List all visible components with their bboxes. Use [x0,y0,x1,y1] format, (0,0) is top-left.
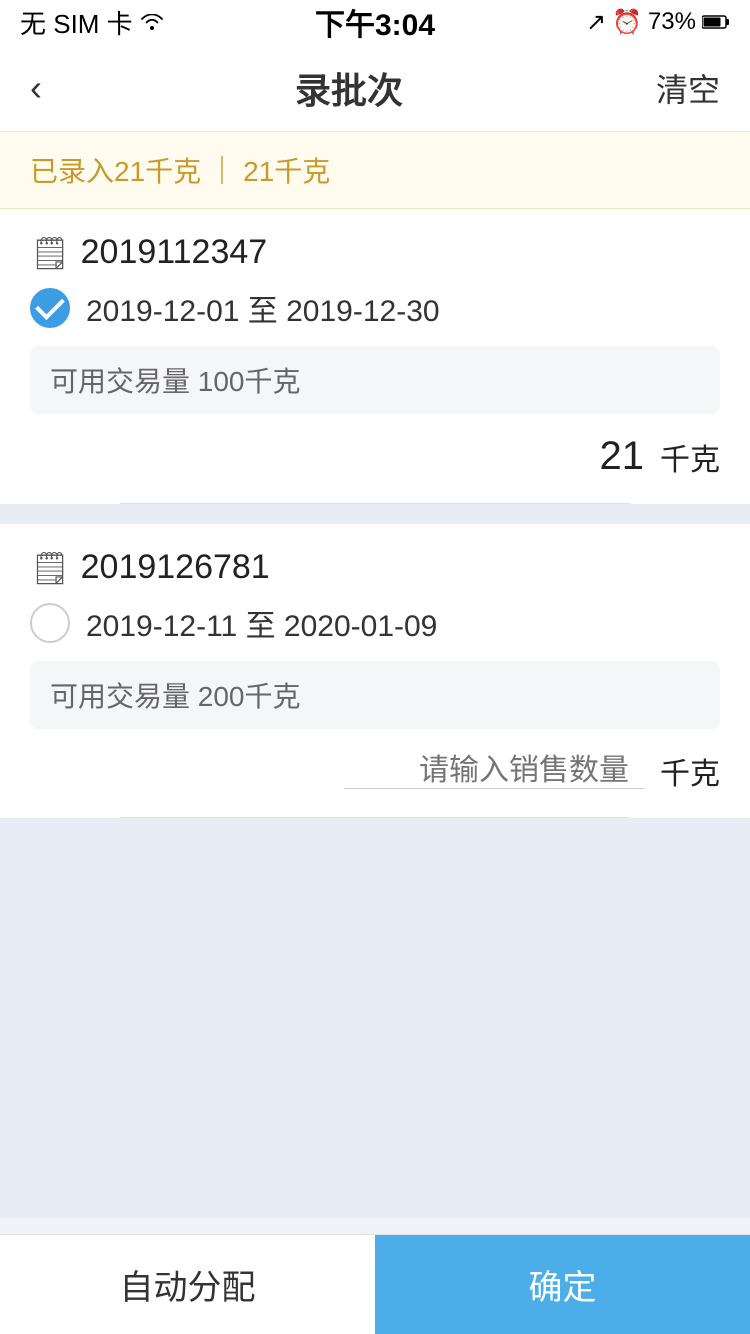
nav-bar: ‹ 录批次 清空 [0,44,750,132]
batch-1-available: 可用交易量 100千克 [50,366,301,397]
back-button[interactable]: ‹ [30,67,42,109]
alarm-icon: ⏰ [612,8,642,37]
batch-2-input-row: 千克 [0,739,750,817]
batch-2-header: 🗒 2019126781 [0,524,750,597]
batch-1-available-row: 可用交易量 100千克 [30,346,720,414]
battery-text: 73% [648,8,696,36]
batch-1-header: 🗒 2019112347 [0,209,750,282]
batch-2-quantity-input[interactable] [344,754,644,789]
status-left: 无 SIM 卡 [20,4,163,41]
batch-2-available: 可用交易量 200千克 [50,681,301,712]
batch-1-date-row: 2019-12-01 至 2019-12-30 [0,282,750,340]
batch-2-radio[interactable] [30,603,70,643]
batch-1-quantity-row: 21 千克 [0,424,750,503]
confirm-button[interactable]: 确定 [375,1235,750,1334]
batch-1-date: 2019-12-01 至 2019-12-30 [86,286,440,330]
carrier-text: 无 SIM 卡 [20,4,133,41]
clear-button[interactable]: 清空 [656,65,720,111]
page-title: 录批次 [295,62,403,114]
status-bar: 无 SIM 卡 下午3:04 ↗ ⏰ 73% [0,0,750,44]
bottom-bar: 自动分配 确定 [0,1234,750,1334]
empty-area [0,818,750,1218]
batch-1-icon: 🗒 [30,234,71,272]
status-time: 下午3:04 [315,0,435,44]
section-divider [0,504,750,524]
auto-distribute-button[interactable]: 自动分配 [0,1235,375,1334]
batch-2-id: 2019126781 [81,548,270,587]
recorded-label: 已录入21千克 [30,150,201,190]
batch-1-radio[interactable] [30,288,70,328]
batch-2-date: 2019-12-11 至 2020-01-09 [86,601,437,645]
batch-2-unit: 千克 [660,749,720,793]
batch-1-quantity: 21 [600,434,645,479]
status-right: ↗ ⏰ 73% [586,8,730,37]
batch-2-icon: 🗒 [30,549,71,587]
info-bar: 已录入21千克 21千克 [0,132,750,209]
batch-2-available-row: 可用交易量 200千克 [30,661,720,729]
batch-item-1: 🗒 2019112347 2019-12-01 至 2019-12-30 可用交… [0,209,750,504]
info-divider [221,156,223,184]
wifi-icon [141,14,163,30]
batch-2-date-row: 2019-12-11 至 2020-01-09 [0,597,750,655]
batch-1-id: 2019112347 [81,233,268,272]
battery-icon [702,14,730,30]
amount-label: 21千克 [243,150,330,190]
page-content: 已录入21千克 21千克 🗒 2019112347 2019-12-01 至 2… [0,132,750,1318]
location-icon: ↗ [586,8,606,37]
batch-item-2: 🗒 2019126781 2019-12-11 至 2020-01-09 可用交… [0,524,750,818]
batch-1-unit: 千克 [660,435,720,479]
